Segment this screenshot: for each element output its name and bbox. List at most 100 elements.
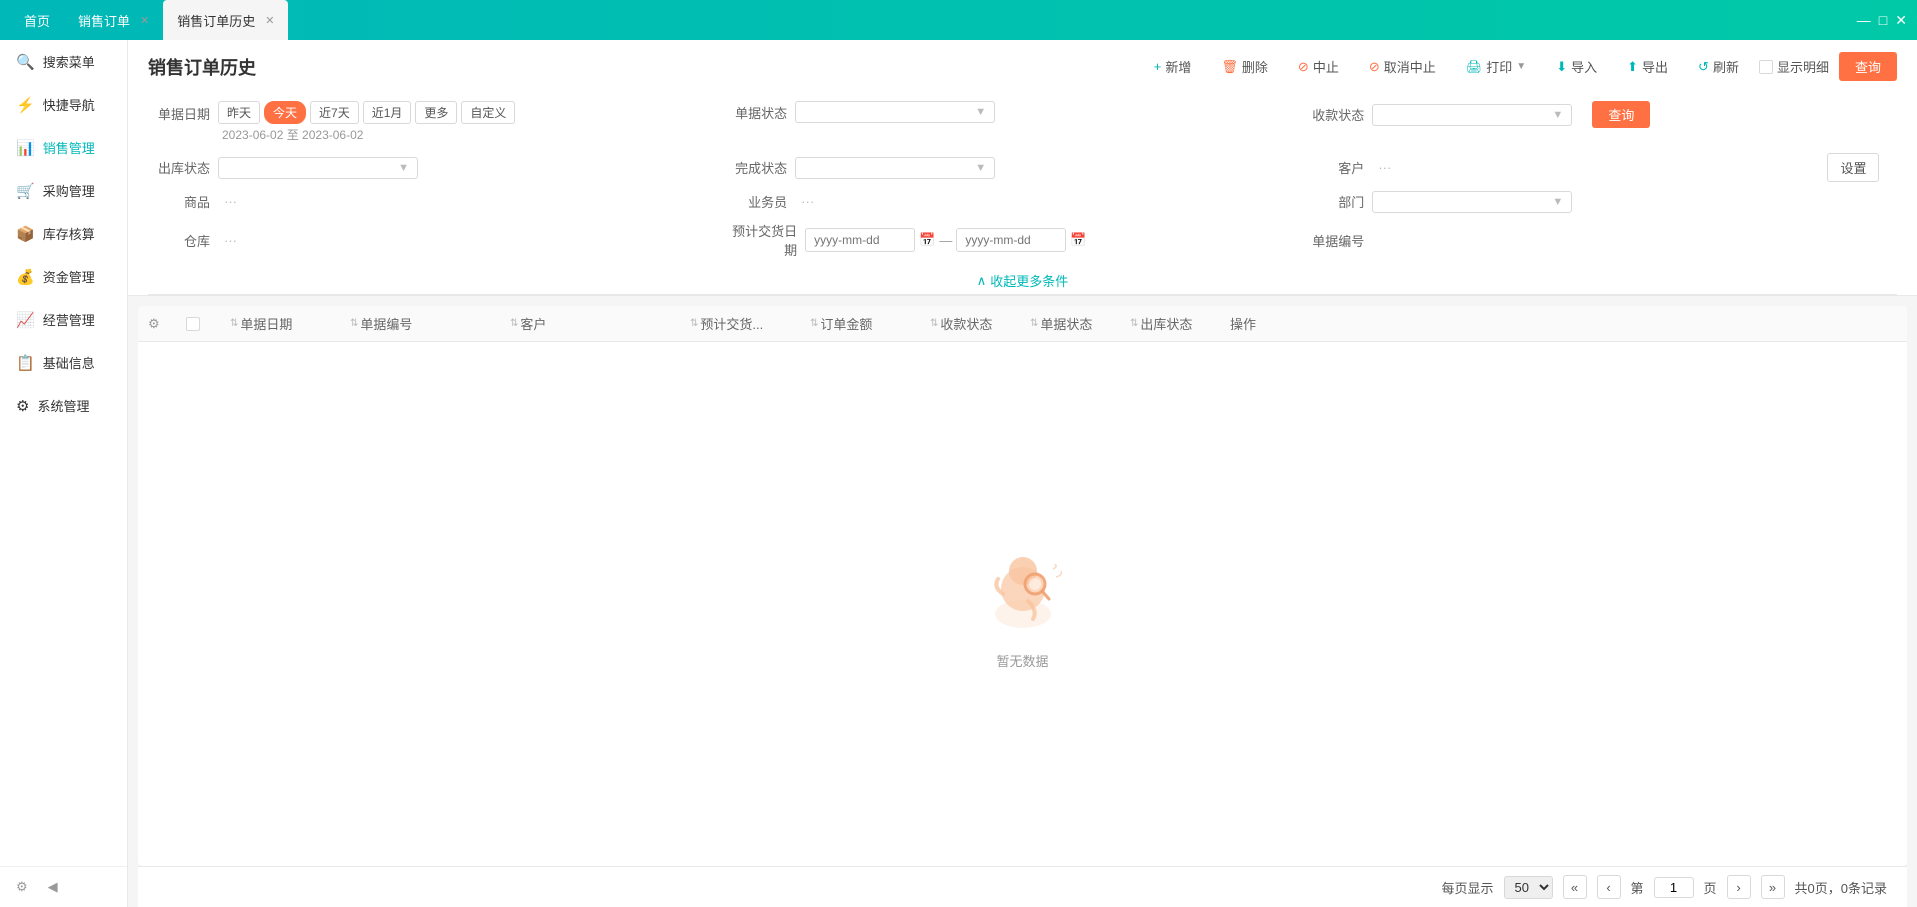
date-custom[interactable]: 自定义 [461,101,515,124]
toolbar: + 新增 🗑 删除 ⊘ 中止 ⊘ 取消中止 [1144,52,1897,81]
last-page-button[interactable]: » [1761,875,1785,899]
show-detail-checkbox[interactable] [1759,60,1773,74]
tab-home[interactable]: 首页 [10,0,64,40]
import-button[interactable]: ⬇ 导入 [1546,52,1607,81]
sidebar-item-system[interactable]: ⚙ 系统管理 [0,384,127,427]
bill-status-select[interactable]: ▼ [795,101,995,123]
col-header-delivery[interactable]: ⇅ 预计交货... [684,314,804,333]
delivery-date-start[interactable] [805,228,915,252]
sidebar-item-operations[interactable]: 📈 经营管理 [0,298,127,341]
tab-sales-history-close[interactable]: ✕ [265,14,274,27]
minimize-icon[interactable]: — [1857,12,1871,28]
pagination-footer: 每页显示 50 « ‹ 第 页 › » 共0页，0条记录 [138,866,1907,907]
stop-button[interactable]: ⊘ 中止 [1288,52,1349,81]
settings-button[interactable]: 设置 [1827,153,1879,182]
sidebar-item-basic-info[interactable]: 📋 基础信息 [0,341,127,384]
warehouse-select-dots[interactable]: ··· [218,229,243,252]
tab-sales-history[interactable]: 销售订单历史 ✕ [163,0,288,40]
import-icon: ⬇ [1556,59,1567,75]
department-select[interactable]: ▼ [1372,191,1572,213]
date-1month[interactable]: 近1月 [363,101,412,124]
calendar-start-icon[interactable]: 📅 [919,232,935,248]
print-label: 打印 [1486,57,1512,76]
close-icon[interactable]: ✕ [1895,12,1907,29]
sidebar-item-sales[interactable]: 📊 销售管理 [0,126,127,169]
add-label: 新增 [1165,57,1191,76]
add-button[interactable]: + 新增 [1144,52,1202,81]
export-icon: ⬆ [1627,59,1638,75]
refresh-button[interactable]: ↺ 刷新 [1688,52,1749,81]
query-button[interactable]: 查询 [1839,52,1897,81]
delete-button[interactable]: 🗑 删除 [1211,52,1278,81]
table-area: ⚙ ⇅ 单据日期 ⇅ 单据编号 ⇅ 客户 [138,306,1907,866]
quicknav-icon: ⚡ [16,96,35,114]
sidebar-item-quicknav[interactable]: ⚡ 快捷导航 [0,83,127,126]
col-header-receiptstatus[interactable]: ⇅ 收款状态 [924,314,1024,333]
goods-select-dots[interactable]: ··· [218,190,243,213]
customer-select-dots[interactable]: ··· [1372,156,1397,179]
date-more[interactable]: 更多 [415,101,457,124]
export-button[interactable]: ⬆ 导出 [1617,52,1678,81]
page-size-select[interactable]: 50 [1504,876,1553,899]
select-all-checkbox[interactable] [186,317,218,331]
col-date-label: 单据日期 [240,314,292,333]
sort-icon: ⇅ [230,318,238,329]
sidebar-settings-icon[interactable]: ⚙ [16,879,28,895]
col-header-num[interactable]: ⇅ 单据编号 [344,314,504,333]
sidebar-bottom: ⚙ ◀ [0,866,127,907]
col-header-orderstatus[interactable]: ⇅ 单据状态 [1024,314,1124,333]
sidebar-item-finance[interactable]: 💰 资金管理 [0,255,127,298]
next-page-button[interactable]: › [1727,875,1751,899]
prev-page-button[interactable]: ‹ [1597,875,1621,899]
sidebar-item-inventory[interactable]: 📦 库存核算 [0,212,127,255]
prev-page-icon: ‹ [1606,880,1610,895]
refresh-label: 刷新 [1713,57,1739,76]
sidebar-item-finance-label: 资金管理 [43,267,95,286]
first-page-button[interactable]: « [1563,875,1587,899]
collapse-more-btn[interactable]: ∧ 收起更多条件 [148,265,1897,294]
page-size-label: 每页显示 [1441,878,1493,897]
col-num-label: 单据编号 [360,314,412,333]
checkbox-all[interactable] [186,317,200,331]
salesperson-select-dots[interactable]: ··· [795,190,820,213]
tab-sales-order[interactable]: 销售订单 ✕ [64,0,163,40]
page-unit: 页 [1704,878,1717,897]
sidebar-item-search[interactable]: 🔍 搜索菜单 [0,40,127,83]
delivery-date-end[interactable] [956,228,1066,252]
table-settings-icon[interactable]: ⚙ [148,316,180,332]
col-header-outstatus[interactable]: ⇅ 出库状态 [1124,314,1224,333]
query-button-2[interactable]: 查询 [1592,101,1650,128]
bill-number-label: 单据编号 [1302,231,1372,250]
operations-icon: 📈 [16,311,35,329]
print-button[interactable]: 🖨 打印 ▼ [1456,52,1536,81]
maximize-icon[interactable]: □ [1879,12,1887,28]
col-header-date[interactable]: ⇅ 单据日期 [224,314,344,333]
cancel-stop-button[interactable]: ⊘ 取消中止 [1359,52,1446,81]
print-arrow-icon: ▼ [1516,61,1526,72]
sort-icon-num: ⇅ [350,318,358,329]
sidebar-collapse-icon[interactable]: ◀ [48,879,58,895]
receipt-status-select[interactable]: ▼ [1372,104,1572,126]
date-label: 单据日期 [148,101,218,123]
customer-label: 客户 [1302,158,1372,177]
complete-status-select[interactable]: ▼ [795,157,995,179]
sidebar-item-purchase[interactable]: 🛒 采购管理 [0,169,127,212]
page-title: 销售订单历史 [148,54,256,80]
col-header-amount[interactable]: ⇅ 订单金额 [804,314,924,333]
basic-info-icon: 📋 [16,354,35,372]
tab-sales-order-close[interactable]: ✕ [140,14,149,27]
sidebar-item-inventory-label: 库存核算 [43,224,95,243]
empty-text: 暂无数据 [996,651,1048,670]
department-arrow-icon: ▼ [1552,196,1563,208]
col-customer-label: 客户 [520,314,546,333]
page-number-input[interactable] [1654,877,1694,898]
calendar-end-icon[interactable]: 📅 [1070,232,1086,248]
complete-status-arrow-icon: ▼ [975,162,986,174]
out-status-select[interactable]: ▼ [218,157,418,179]
date-7days[interactable]: 近7天 [310,101,359,124]
show-detail-checkbox-group: 显示明细 [1759,57,1829,76]
date-yesterday[interactable]: 昨天 [218,101,260,124]
col-header-customer[interactable]: ⇅ 客户 [504,314,684,333]
date-today[interactable]: 今天 [264,101,306,124]
page-title-row: 销售订单历史 + 新增 🗑 删除 ⊘ 中止 ⊘ [148,52,1897,81]
